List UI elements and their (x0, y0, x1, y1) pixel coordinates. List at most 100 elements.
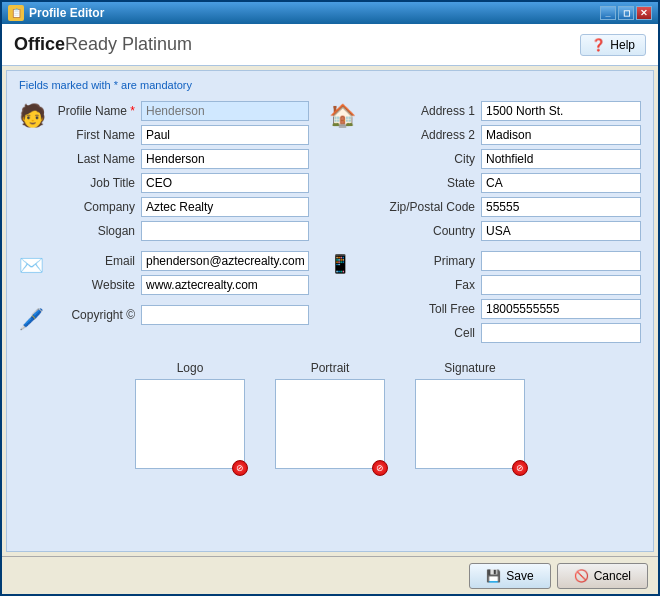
state-row: State (365, 173, 641, 193)
copyright-input[interactable] (141, 305, 309, 325)
job-title-row: Job Title (55, 173, 309, 193)
city-row: City (365, 149, 641, 169)
logo-label: Logo (177, 361, 204, 375)
copyright-label: Copyright © (55, 308, 135, 322)
portrait-box[interactable]: ⊘ (275, 379, 385, 469)
company-input[interactable] (141, 197, 309, 217)
person-icon-col: 🧑 (19, 101, 55, 129)
logo-box[interactable]: ⊘ (135, 379, 245, 469)
email-label: Email (55, 254, 135, 268)
close-button[interactable]: ✕ (636, 6, 652, 20)
copyright-icon-col: 🖊️ (19, 305, 55, 331)
portrait-label: Portrait (311, 361, 350, 375)
toll-free-row: Toll Free (365, 299, 641, 319)
save-label: Save (506, 569, 533, 583)
website-label: Website (55, 278, 135, 292)
address-fields: Address 1 Address 2 City State (365, 101, 641, 245)
phone-icon-col: 📱 (329, 251, 365, 275)
slogan-row: Slogan (55, 221, 309, 241)
logo-delete-icon[interactable]: ⊘ (232, 460, 248, 476)
window-title: Profile Editor (29, 6, 104, 20)
help-button[interactable]: ❓ Help (580, 34, 646, 56)
title-bar: 📋 Profile Editor _ ◻ ✕ (2, 2, 658, 24)
phone-icon: 📱 (329, 253, 351, 275)
slogan-input[interactable] (141, 221, 309, 241)
window: 📋 Profile Editor _ ◻ ✕ OfficeReady Plati… (0, 0, 660, 596)
signature-wrap: Signature ⊘ (415, 361, 525, 469)
last-name-input[interactable] (141, 149, 309, 169)
copyright-section: 🖊️ Copyright © (19, 305, 309, 331)
left-column: 🧑 Profile Name First Name Last Name (19, 101, 309, 353)
person-fields: Profile Name First Name Last Name J (55, 101, 309, 245)
job-title-label: Job Title (55, 176, 135, 190)
footer: 💾 Save 🚫 Cancel (2, 556, 658, 594)
address1-input[interactable] (481, 101, 641, 121)
save-button[interactable]: 💾 Save (469, 563, 550, 589)
cell-input[interactable] (481, 323, 641, 343)
toll-free-label: Toll Free (365, 302, 475, 316)
zip-row: Zip/Postal Code (365, 197, 641, 217)
right-column: 🏠 Address 1 Address 2 City (329, 101, 641, 353)
copyright-fields: Copyright © (55, 305, 309, 329)
city-label: City (365, 152, 475, 166)
cell-row: Cell (365, 323, 641, 343)
house-icon-col: 🏠 (329, 101, 365, 129)
company-row: Company (55, 197, 309, 217)
logo-bold: Office (14, 34, 65, 54)
primary-row: Primary (365, 251, 641, 271)
address1-row: Address 1 (365, 101, 641, 121)
logo-light: Ready Platinum (65, 34, 192, 54)
zip-input[interactable] (481, 197, 641, 217)
app-logo: OfficeReady Platinum (14, 34, 192, 55)
state-input[interactable] (481, 173, 641, 193)
signature-label: Signature (444, 361, 495, 375)
email-fields: Email Website (55, 251, 309, 299)
help-label: Help (610, 38, 635, 52)
email-input[interactable] (141, 251, 309, 271)
copyright-icon: 🖊️ (19, 307, 44, 331)
cancel-icon: 🚫 (574, 569, 589, 583)
main-content: Fields marked with * are mandatory 🧑 Pro… (6, 70, 654, 552)
first-name-label: First Name (55, 128, 135, 142)
toll-free-input[interactable] (481, 299, 641, 319)
first-name-row: First Name (55, 125, 309, 145)
primary-input[interactable] (481, 251, 641, 271)
profile-name-label: Profile Name (55, 104, 135, 118)
fax-label: Fax (365, 278, 475, 292)
website-input[interactable] (141, 275, 309, 295)
phone-section: 📱 Primary Fax Toll Free (329, 251, 641, 347)
email-icon-col: ✉️ (19, 251, 55, 277)
fax-input[interactable] (481, 275, 641, 295)
restore-button[interactable]: ◻ (618, 6, 634, 20)
address-section: 🏠 Address 1 Address 2 City (329, 101, 641, 245)
title-bar-left: 📋 Profile Editor (8, 5, 104, 21)
address2-input[interactable] (481, 125, 641, 145)
minimize-button[interactable]: _ (600, 6, 616, 20)
house-icon: 🏠 (329, 103, 356, 129)
copyright-row: Copyright © (55, 305, 309, 325)
help-icon: ❓ (591, 38, 606, 52)
portrait-wrap: Portrait ⊘ (275, 361, 385, 469)
logo-wrap: Logo ⊘ (135, 361, 245, 469)
cell-label: Cell (365, 326, 475, 340)
title-controls: _ ◻ ✕ (600, 6, 652, 20)
state-label: State (365, 176, 475, 190)
email-icon: ✉️ (19, 253, 44, 277)
last-name-label: Last Name (55, 152, 135, 166)
signature-box[interactable]: ⊘ (415, 379, 525, 469)
window-icon: 📋 (8, 5, 24, 21)
job-title-input[interactable] (141, 173, 309, 193)
signature-delete-icon[interactable]: ⊘ (512, 460, 528, 476)
image-area: Logo ⊘ Portrait ⊘ Signature ⊘ (19, 361, 641, 469)
profile-name-input[interactable] (141, 101, 309, 121)
first-name-input[interactable] (141, 125, 309, 145)
cancel-button[interactable]: 🚫 Cancel (557, 563, 648, 589)
address1-label: Address 1 (365, 104, 475, 118)
cancel-label: Cancel (594, 569, 631, 583)
country-input[interactable] (481, 221, 641, 241)
person-section: 🧑 Profile Name First Name Last Name (19, 101, 309, 245)
primary-label: Primary (365, 254, 475, 268)
email-row: Email (55, 251, 309, 271)
portrait-delete-icon[interactable]: ⊘ (372, 460, 388, 476)
city-input[interactable] (481, 149, 641, 169)
